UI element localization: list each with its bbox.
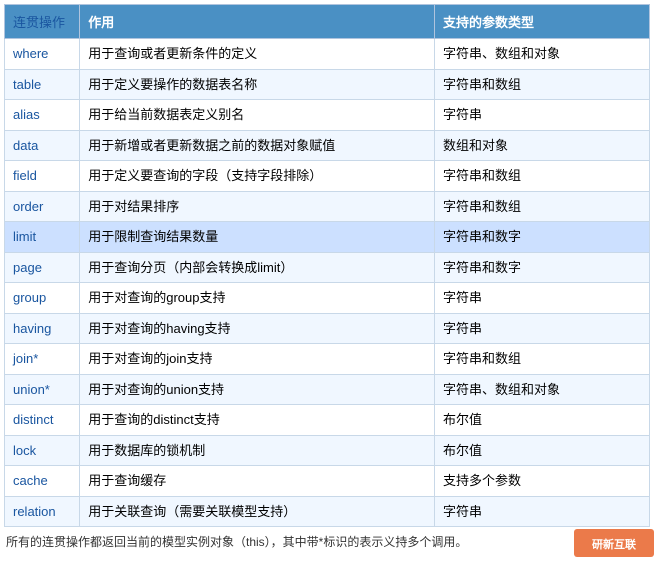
cell-description: 用于对查询的having支持 [80,313,435,344]
table-container: 连贯操作 作用 支持的参数类型 where用于查询或者更新条件的定义字符串、数组… [0,0,654,527]
cell-description: 用于限制查询结果数量 [80,222,435,253]
table-header-row: 连贯操作 作用 支持的参数类型 [5,5,650,39]
cell-description: 用于新增或者更新数据之前的数据对象赋值 [80,130,435,161]
cell-description: 用于查询的distinct支持 [80,405,435,436]
cell-type: 字符串和数组 [435,161,650,192]
cell-type: 字符串 [435,100,650,131]
cell-operation: limit [5,222,80,253]
table-row: join*用于对查询的join支持字符串和数组 [5,344,650,375]
header-col-type: 支持的参数类型 [435,5,650,39]
table-row: page用于查询分页（内部会转换成limit）字符串和数字 [5,252,650,283]
cell-description: 用于对结果排序 [80,191,435,222]
cell-description: 用于查询缓存 [80,466,435,497]
cell-operation: having [5,313,80,344]
cell-type: 数组和对象 [435,130,650,161]
cell-type: 字符串 [435,496,650,527]
cell-operation: page [5,252,80,283]
table-row: distinct用于查询的distinct支持布尔值 [5,405,650,436]
cell-type: 字符串、数组和对象 [435,39,650,70]
table-row: alias用于给当前数据表定义别名字符串 [5,100,650,131]
cell-description: 用于定义要查询的字段（支持字段排除） [80,161,435,192]
cell-operation: relation [5,496,80,527]
cell-operation: alias [5,100,80,131]
table-row: relation用于关联查询（需要关联模型支持）字符串 [5,496,650,527]
cell-type: 字符串和数组 [435,191,650,222]
table-row: cache用于查询缓存支持多个参数 [5,466,650,497]
cell-operation: field [5,161,80,192]
main-table: 连贯操作 作用 支持的参数类型 where用于查询或者更新条件的定义字符串、数组… [4,4,650,527]
cell-operation: where [5,39,80,70]
cell-description: 用于对查询的group支持 [80,283,435,314]
cell-type: 字符串和数组 [435,69,650,100]
table-row: limit用于限制查询结果数量字符串和数字 [5,222,650,253]
cell-type: 布尔值 [435,435,650,466]
cell-operation: distinct [5,405,80,436]
table-body: where用于查询或者更新条件的定义字符串、数组和对象table用于定义要操作的… [5,39,650,527]
table-row: data用于新增或者更新数据之前的数据对象赋值数组和对象 [5,130,650,161]
cell-description: 用于给当前数据表定义别名 [80,100,435,131]
cell-type: 布尔值 [435,405,650,436]
cell-description: 用于查询分页（内部会转换成limit） [80,252,435,283]
cell-type: 字符串和数字 [435,222,650,253]
cell-operation: group [5,283,80,314]
cell-type: 字符串和数字 [435,252,650,283]
cell-operation: data [5,130,80,161]
cell-description: 用于关联查询（需要关联模型支持） [80,496,435,527]
table-row: order用于对结果排序字符串和数组 [5,191,650,222]
header-col-desc: 作用 [80,5,435,39]
cell-operation: order [5,191,80,222]
cell-operation: cache [5,466,80,497]
table-row: field用于定义要查询的字段（支持字段排除）字符串和数组 [5,161,650,192]
cell-description: 用于数据库的锁机制 [80,435,435,466]
header-col-op: 连贯操作 [5,5,80,39]
table-row: group用于对查询的group支持字符串 [5,283,650,314]
table-row: table用于定义要操作的数据表名称字符串和数组 [5,69,650,100]
table-row: having用于对查询的having支持字符串 [5,313,650,344]
cell-description: 用于查询或者更新条件的定义 [80,39,435,70]
table-row: where用于查询或者更新条件的定义字符串、数组和对象 [5,39,650,70]
cell-operation: union* [5,374,80,405]
cell-type: 字符串 [435,283,650,314]
table-row: lock用于数据库的锁机制布尔值 [5,435,650,466]
watermark: 研新互联 [574,529,654,557]
cell-type: 字符串 [435,313,650,344]
cell-description: 用于对查询的join支持 [80,344,435,375]
cell-operation: lock [5,435,80,466]
cell-operation: table [5,69,80,100]
cell-description: 用于对查询的union支持 [80,374,435,405]
cell-type: 字符串、数组和对象 [435,374,650,405]
table-row: union*用于对查询的union支持字符串、数组和对象 [5,374,650,405]
cell-type: 支持多个参数 [435,466,650,497]
footer-note: 所有的连贯操作都返回当前的模型实例对象（this），其中带*标识的表示义持多个调… [0,527,473,556]
svg-text:研新互联: 研新互联 [592,537,636,551]
cell-description: 用于定义要操作的数据表名称 [80,69,435,100]
footer-area: 所有的连贯操作都返回当前的模型实例对象（this），其中带*标识的表示义持多个调… [0,527,654,557]
cell-type: 字符串和数组 [435,344,650,375]
cell-operation: join* [5,344,80,375]
